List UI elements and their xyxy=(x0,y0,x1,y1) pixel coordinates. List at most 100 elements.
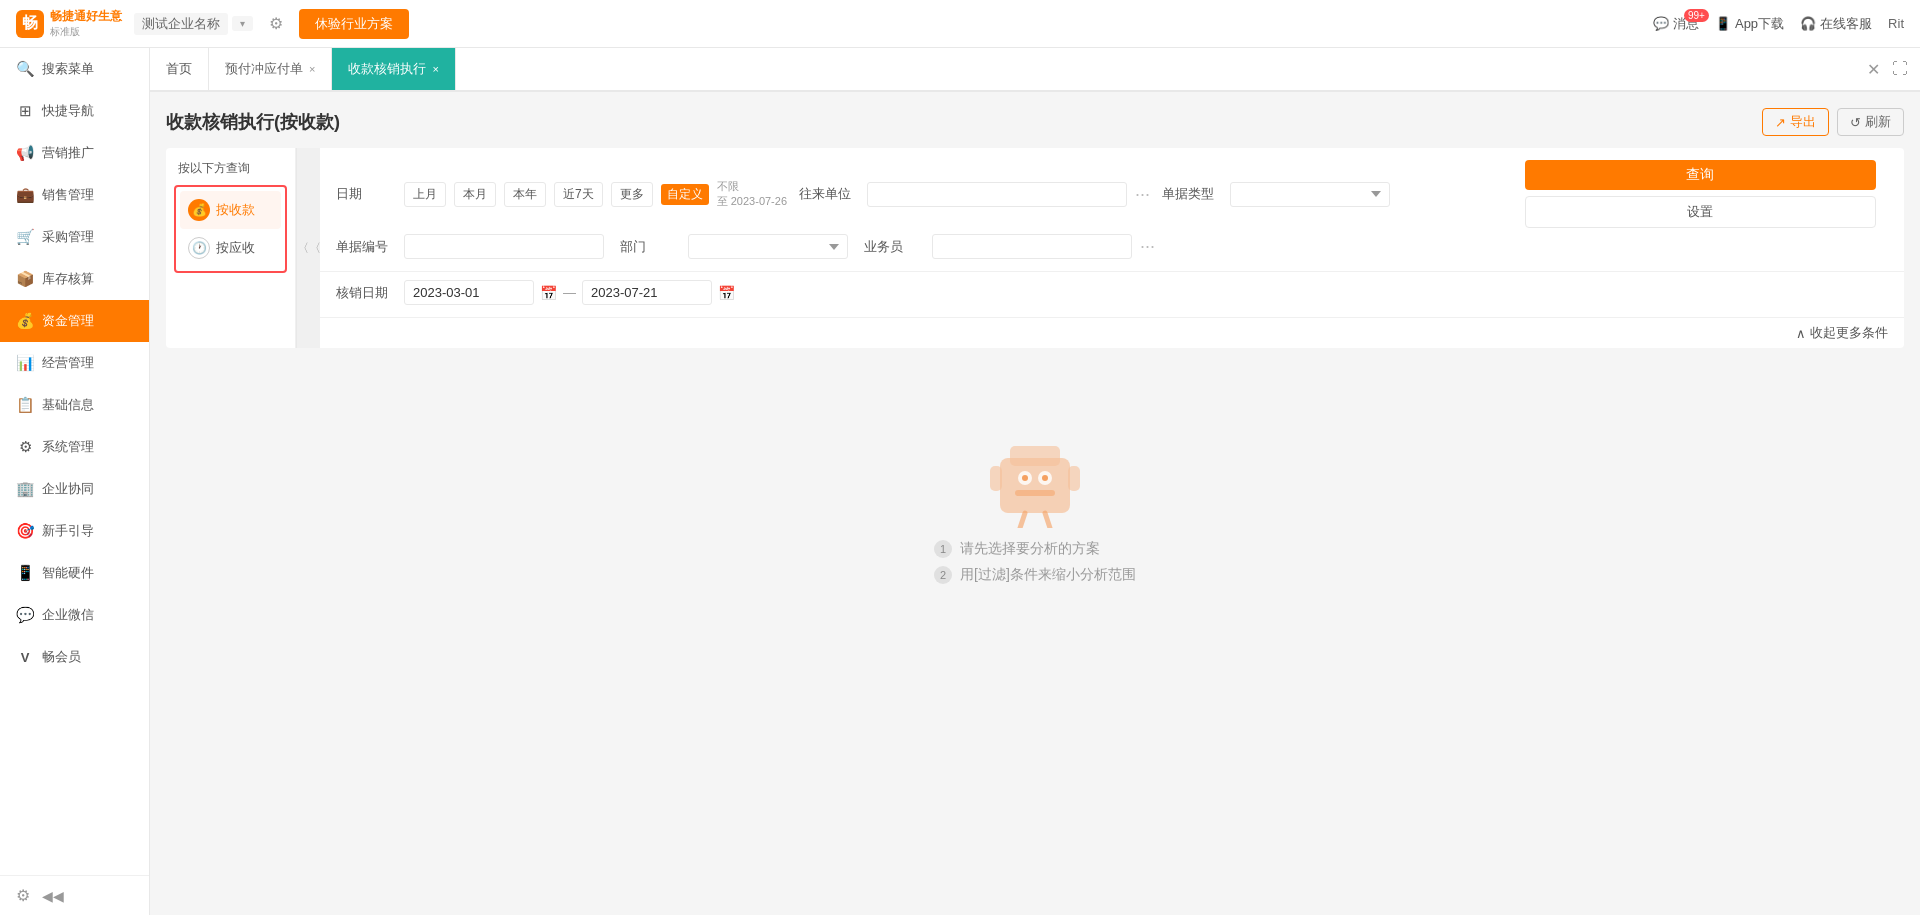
empty-tip-2: 2 用[过滤]条件来缩小分析范围 xyxy=(934,566,1136,584)
sidebar-label-basic-info: 基础信息 xyxy=(42,396,94,414)
filter-by-receipt[interactable]: 💰 按收款 xyxy=(180,191,281,229)
message-icon: 💬 xyxy=(1653,16,1669,31)
sidebar-settings-icon[interactable]: ⚙ xyxy=(16,886,30,905)
verify-date-to-calendar-icon[interactable]: 📅 xyxy=(718,285,735,301)
tab-receipt-verify-close-icon[interactable]: × xyxy=(432,63,438,75)
tab-prepay[interactable]: 预付冲应付单 × xyxy=(209,48,332,90)
sidebar-item-basic-info[interactable]: 📋 基础信息 xyxy=(0,384,149,426)
chevron-down-icon: ▾ xyxy=(232,16,253,31)
sidebar-item-inventory[interactable]: 📦 库存核算 xyxy=(0,258,149,300)
svg-point-5 xyxy=(1042,475,1048,481)
tab-expand-button[interactable]: ⛶ xyxy=(1888,56,1912,82)
sidebar-collapse-icon[interactable]: ◀◀ xyxy=(42,888,64,904)
verify-date-from-input[interactable] xyxy=(404,280,534,305)
sidebar-label-enterprise: 企业协同 xyxy=(42,480,94,498)
sidebar-item-weixin[interactable]: 💬 企业微信 xyxy=(0,594,149,636)
sidebar-item-guide[interactable]: 🎯 新手引导 xyxy=(0,510,149,552)
counterpart-dots[interactable]: ··· xyxy=(1135,184,1150,205)
svg-line-9 xyxy=(1020,513,1025,528)
app-name: 畅捷通好生意 xyxy=(50,8,122,25)
verify-date-from-calendar-icon[interactable]: 📅 xyxy=(540,285,557,301)
tab-receipt-verify[interactable]: 收款核销执行 × xyxy=(332,48,455,90)
sidebar-label-operations: 经营管理 xyxy=(42,354,94,372)
export-button[interactable]: ↗ 导出 xyxy=(1762,108,1829,136)
bill-type-label: 单据类型 xyxy=(1162,185,1222,203)
topbar-right: 💬 消息 99+ 📱 App下载 🎧 在线客服 Rit xyxy=(1653,15,1904,33)
app-logo: 畅 畅捷通好生意 标准版 xyxy=(16,8,122,39)
filter-counterpart-group: 往来单位 ··· xyxy=(799,182,1150,207)
counterpart-input[interactable] xyxy=(867,182,1127,207)
page-title: 收款核销执行(按收款) xyxy=(166,110,340,134)
filter-type-sidebar: 按以下方查询 💰 按收款 🕐 按应收 xyxy=(166,148,296,348)
sidebar-item-operations[interactable]: 📊 经营管理 xyxy=(0,342,149,384)
filter-divider xyxy=(320,271,1904,272)
date-btn-7days[interactable]: 近7天 xyxy=(554,182,603,207)
sidebar-item-member[interactable]: V 畅会员 xyxy=(0,636,149,678)
finance-icon: 💰 xyxy=(16,312,34,330)
sidebar-label-member: 畅会员 xyxy=(42,648,81,666)
app-sub: 标准版 xyxy=(50,25,122,39)
app-download-label: App下载 xyxy=(1735,15,1784,33)
inventory-icon: 📦 xyxy=(16,270,34,288)
sidebar-label-quick-nav: 快捷导航 xyxy=(42,102,94,120)
app-download-button[interactable]: 📱 App下载 xyxy=(1715,15,1784,33)
tab-close-all-button[interactable]: ✕ xyxy=(1863,56,1884,83)
message-badge: 99+ xyxy=(1684,9,1709,22)
online-service-button[interactable]: 🎧 在线客服 xyxy=(1800,15,1872,33)
staff-label: 业务员 xyxy=(864,238,924,256)
sidebar-item-system[interactable]: ⚙ 系统管理 xyxy=(0,426,149,468)
sidebar-label-finance: 资金管理 xyxy=(42,312,94,330)
sidebar-item-enterprise[interactable]: 🏢 企业协同 xyxy=(0,468,149,510)
staff-input[interactable] xyxy=(932,234,1132,259)
dept-select[interactable] xyxy=(688,234,848,259)
date-btn-this-month[interactable]: 本月 xyxy=(454,182,496,207)
filter-type-options: 💰 按收款 🕐 按应收 xyxy=(174,185,287,273)
filter-staff-group: 业务员 ··· xyxy=(864,234,1155,259)
staff-dots[interactable]: ··· xyxy=(1140,236,1155,257)
date-btn-this-year[interactable]: 本年 xyxy=(504,182,546,207)
sidebar-item-purchase[interactable]: 🛒 采购管理 xyxy=(0,216,149,258)
refresh-button[interactable]: ↺ 刷新 xyxy=(1837,108,1904,136)
tab-home[interactable]: 首页 xyxy=(150,48,209,90)
tab-prepay-close-icon[interactable]: × xyxy=(309,63,315,75)
svg-rect-8 xyxy=(1068,466,1080,491)
sidebar-item-smart-hw[interactable]: 📱 智能硬件 xyxy=(0,552,149,594)
solution-button[interactable]: 休验行业方案 xyxy=(299,9,409,39)
empty-tip-1: 1 请先选择要分析的方案 xyxy=(934,540,1136,558)
sidebar: 🔍 搜索菜单 ⊞ 快捷导航 📢 营销推广 💼 销售管理 🛒 采购管理 📦 库存核… xyxy=(0,48,150,915)
date-btn-more[interactable]: 更多 xyxy=(611,182,653,207)
empty-state-illustration xyxy=(975,428,1095,528)
empty-state: 1 请先选择要分析的方案 2 用[过滤]条件来缩小分析范围 xyxy=(166,348,1904,664)
sidebar-item-sales[interactable]: 💼 销售管理 xyxy=(0,174,149,216)
smart-hw-icon: 📱 xyxy=(16,564,34,582)
query-button-group: 查询 设置 xyxy=(1525,160,1876,228)
empty-tips: 1 请先选择要分析的方案 2 用[过滤]条件来缩小分析范围 xyxy=(934,540,1136,584)
sidebar-item-finance[interactable]: 💰 资金管理 xyxy=(0,300,149,342)
bill-type-select[interactable] xyxy=(1230,182,1390,207)
filter-by-receivable[interactable]: 🕐 按应收 xyxy=(180,229,281,267)
company-selector[interactable]: 测试企业名称 ▾ xyxy=(134,13,253,35)
gear-icon[interactable]: ⚙ xyxy=(269,14,283,33)
date-custom-tag: 自定义 xyxy=(661,184,709,205)
bill-no-input[interactable] xyxy=(404,234,604,259)
sidebar-label-weixin: 企业微信 xyxy=(42,606,94,624)
query-button[interactable]: 查询 xyxy=(1525,160,1876,190)
svg-rect-7 xyxy=(990,466,1002,491)
app-download-icon: 📱 xyxy=(1715,16,1731,31)
verify-date-to-input[interactable] xyxy=(582,280,712,305)
sidebar-item-quick-nav[interactable]: ⊞ 快捷导航 xyxy=(0,90,149,132)
filter-collapse-button[interactable]: 〈〈 xyxy=(296,148,320,348)
sidebar-item-search-menu[interactable]: 🔍 搜索菜单 xyxy=(0,48,149,90)
sidebar-item-marketing[interactable]: 📢 营销推广 xyxy=(0,132,149,174)
page-content: 收款核销执行(按收款) ↗ 导出 ↺ 刷新 按以下方查询 xyxy=(150,92,1920,915)
company-name: 测试企业名称 xyxy=(134,13,228,35)
collapse-more-button[interactable]: ∧ 收起更多条件 xyxy=(320,317,1904,348)
setting-button[interactable]: 设置 xyxy=(1525,196,1876,228)
svg-rect-6 xyxy=(1015,490,1055,496)
message-button[interactable]: 💬 消息 99+ xyxy=(1653,15,1699,33)
filter-content: 日期 上月 本月 本年 近7天 更多 自定义 不限 至 2023-07-26 xyxy=(320,148,1904,348)
filter-billno-group: 单据编号 xyxy=(336,234,604,259)
weixin-icon: 💬 xyxy=(16,606,34,624)
sidebar-label-smart-hw: 智能硬件 xyxy=(42,564,94,582)
date-btn-last-month[interactable]: 上月 xyxy=(404,182,446,207)
